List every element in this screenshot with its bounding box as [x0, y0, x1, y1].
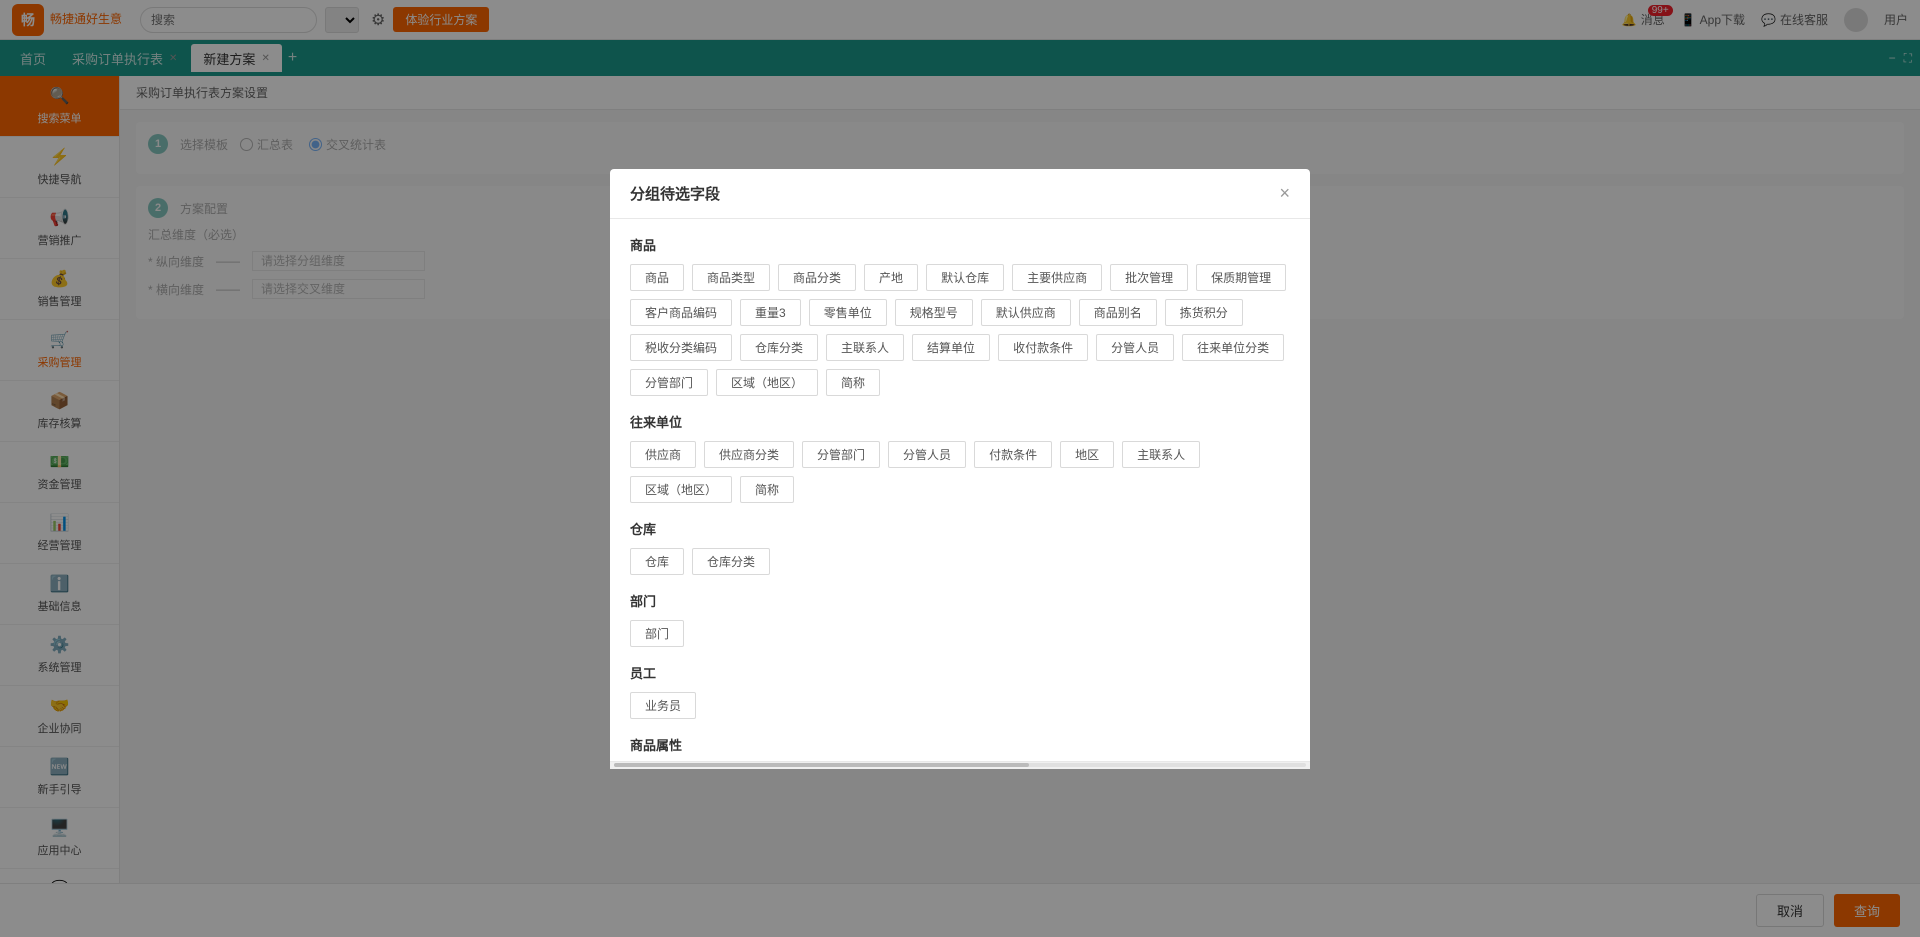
field-tag[interactable]: 拣货积分 [1165, 299, 1243, 326]
field-tag[interactable]: 商品别名 [1079, 299, 1157, 326]
field-select-modal: 分组待选字段 × 商品商品商品类型商品分类产地默认仓库主要供应商批次管理保质期管… [610, 169, 1310, 769]
field-tag[interactable]: 地区 [1060, 441, 1114, 468]
field-tag[interactable]: 零售单位 [809, 299, 887, 326]
field-tag[interactable]: 规格型号 [895, 299, 973, 326]
field-tag[interactable]: 主联系人 [1122, 441, 1200, 468]
section-title: 仓库 [630, 519, 1290, 538]
field-tag[interactable]: 税收分类编码 [630, 334, 732, 361]
field-tags: 仓库仓库分类 [630, 548, 1290, 575]
field-tag[interactable]: 主联系人 [826, 334, 904, 361]
field-section-员工: 员工业务员 [630, 663, 1290, 719]
field-tag[interactable]: 主要供应商 [1012, 264, 1102, 291]
field-tag[interactable]: 结算单位 [912, 334, 990, 361]
field-tag[interactable]: 商品 [630, 264, 684, 291]
field-tag[interactable]: 收付款条件 [998, 334, 1088, 361]
field-tag[interactable]: 供应商分类 [704, 441, 794, 468]
modal-title: 分组待选字段 [630, 183, 720, 204]
modal-hscroll[interactable] [610, 761, 1310, 768]
field-tags: 供应商供应商分类分管部门分管人员付款条件地区主联系人区域（地区） 简称 [630, 441, 1290, 503]
field-tag[interactable]: 部门 [630, 620, 684, 647]
field-section-商品: 商品商品商品类型商品分类产地默认仓库主要供应商批次管理保质期管理客户商品编码重量… [630, 235, 1290, 396]
field-section-商品属性: 商品属性属性颜色多规格尺码鞋码1 [630, 735, 1290, 762]
field-section-部门: 部门部门 [630, 591, 1290, 647]
field-tag[interactable]: 批次管理 [1110, 264, 1188, 291]
field-tag[interactable]: 商品分类 [778, 264, 856, 291]
section-title: 商品 [630, 235, 1290, 254]
field-tag[interactable]: 分管部门 [802, 441, 880, 468]
field-tag[interactable]: 产地 [864, 264, 918, 291]
field-tag[interactable]: 供应商 [630, 441, 696, 468]
field-section-仓库: 仓库仓库仓库分类 [630, 519, 1290, 575]
section-title: 往来单位 [630, 412, 1290, 431]
section-title: 部门 [630, 591, 1290, 610]
field-tag[interactable]: 简称 [740, 476, 794, 503]
section-title: 商品属性 [630, 735, 1290, 754]
field-tag[interactable]: 重量3 [740, 299, 801, 326]
field-tag[interactable]: 付款条件 [974, 441, 1052, 468]
modal-body: 商品商品商品类型商品分类产地默认仓库主要供应商批次管理保质期管理客户商品编码重量… [610, 219, 1310, 762]
field-tag[interactable]: 分管人员 [888, 441, 966, 468]
field-tags: 部门 [630, 620, 1290, 647]
field-tag[interactable]: 分管部门 [630, 369, 708, 396]
field-tag[interactable]: 保质期管理 [1196, 264, 1286, 291]
hscroll-thumb [614, 763, 1029, 767]
field-tag[interactable]: 往来单位分类 [1182, 334, 1284, 361]
field-tags: 业务员 [630, 692, 1290, 719]
modal-header: 分组待选字段 × [610, 169, 1310, 219]
field-tag[interactable]: 区域（地区） [630, 476, 732, 503]
field-tag[interactable]: 分管人员 [1096, 334, 1174, 361]
field-tag[interactable]: 简称 [826, 369, 880, 396]
field-tag[interactable]: 默认供应商 [981, 299, 1071, 326]
field-section-往来单位: 往来单位供应商供应商分类分管部门分管人员付款条件地区主联系人区域（地区） 简称 [630, 412, 1290, 503]
field-tag[interactable]: 默认仓库 [926, 264, 1004, 291]
field-tag[interactable]: 仓库分类 [740, 334, 818, 361]
hscroll-track [614, 763, 1306, 767]
field-tag[interactable]: 仓库 [630, 548, 684, 575]
field-tag[interactable]: 业务员 [630, 692, 696, 719]
field-tag[interactable]: 仓库分类 [692, 548, 770, 575]
modal-overlay: 分组待选字段 × 商品商品商品类型商品分类产地默认仓库主要供应商批次管理保质期管… [0, 0, 1920, 937]
field-tag[interactable]: 区域（地区） [716, 369, 818, 396]
field-tag[interactable]: 商品类型 [692, 264, 770, 291]
field-tags: 商品商品类型商品分类产地默认仓库主要供应商批次管理保质期管理客户商品编码重量3 零… [630, 264, 1290, 396]
modal-close-btn[interactable]: × [1279, 183, 1290, 204]
section-title: 员工 [630, 663, 1290, 682]
field-tag[interactable]: 客户商品编码 [630, 299, 732, 326]
